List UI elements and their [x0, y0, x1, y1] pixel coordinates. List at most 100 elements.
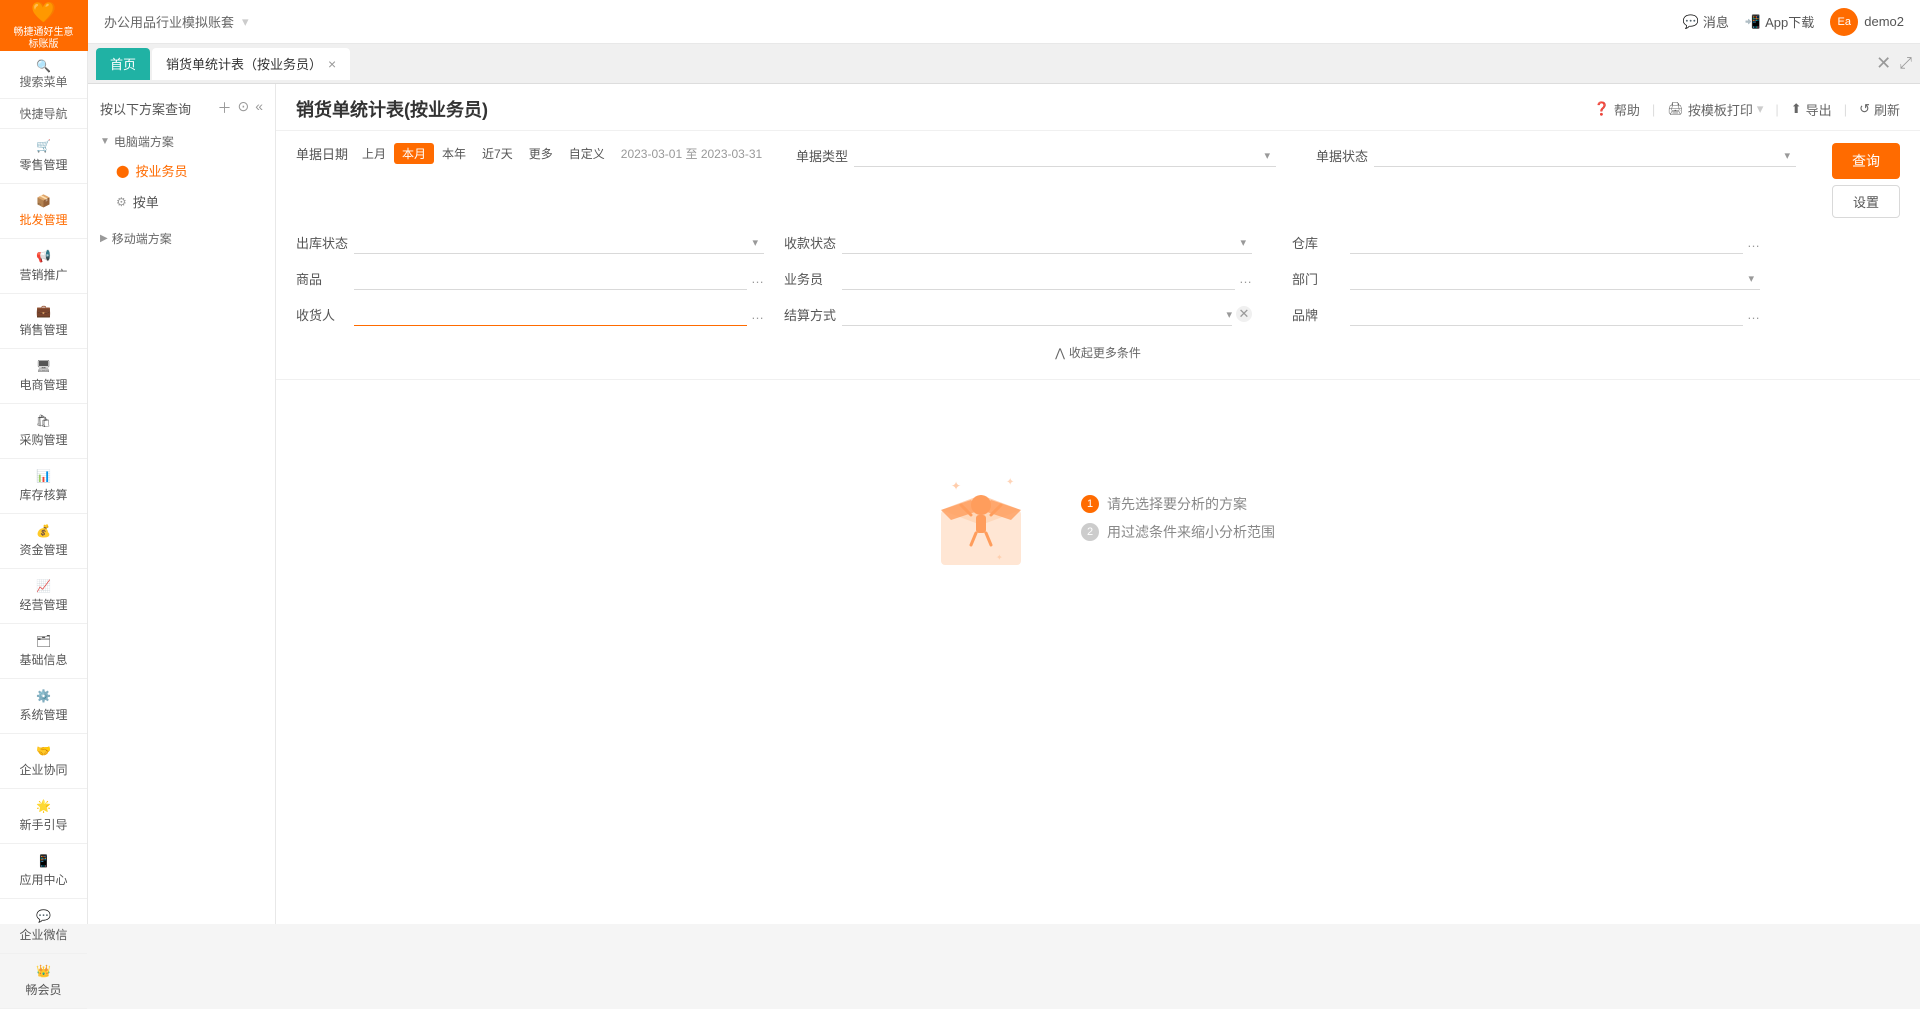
purchase-label: 采购管理 — [19, 431, 67, 448]
left-panel-item-by-order[interactable]: ⚙ 按单 — [88, 186, 275, 217]
mobile-section-arrow-icon: ▶ — [100, 233, 108, 244]
sidebar-item-marketing[interactable]: 📢 营销推广 — [0, 239, 87, 294]
date-this-month-btn[interactable]: 本月 — [394, 143, 434, 164]
warehouse-wrapper: … — [1350, 230, 1760, 254]
sidebar-search[interactable]: 🔍 搜索菜单 — [0, 51, 87, 99]
username: demo2 — [1864, 14, 1904, 29]
print-btn[interactable]: 🖨 按模板打印 ▾ — [1667, 100, 1763, 119]
payment-method-input[interactable] — [842, 302, 1232, 326]
marketing-icon: 📢 — [36, 249, 51, 263]
by-staff-label: 按业务员 — [135, 161, 187, 180]
receiver-dots-icon[interactable]: … — [751, 307, 764, 322]
sidebar-item-system[interactable]: ⚙️ 系统管理 — [0, 679, 87, 734]
sidebar-item-basic[interactable]: 🗂 基础信息 — [0, 624, 87, 679]
goods-input[interactable] — [354, 266, 747, 290]
finance-label: 资金管理 — [19, 541, 67, 558]
warehouse-input[interactable] — [1350, 230, 1743, 254]
goods-wrapper: … — [354, 266, 764, 290]
sidebar-item-retail[interactable]: 🛒 零售管理 — [0, 129, 87, 184]
avatar: Ea — [1830, 8, 1858, 36]
sidebar-item-finance[interactable]: 💰 资金管理 — [0, 514, 87, 569]
shortcut-label: 快捷导航 — [19, 107, 67, 121]
sidebar-item-wechat[interactable]: 💬 企业微信 — [0, 899, 87, 954]
export-btn[interactable]: ⬆ 导出 — [1791, 100, 1832, 119]
sidebar-item-member[interactable]: 👑 畅会员 — [0, 954, 87, 1009]
brand-input[interactable] — [1350, 302, 1743, 326]
sidebar-item-wholesale[interactable]: 📦 批发管理 — [0, 184, 87, 239]
doc-status-select-wrapper: ▾ — [1374, 143, 1796, 167]
newbie-label: 新手引导 — [19, 816, 67, 833]
step2-num: 2 — [1081, 523, 1099, 541]
collapse-panel-icon[interactable]: « — [255, 98, 263, 118]
wholesale-icon: 📦 — [36, 194, 51, 208]
payment-status-wrapper: ▾ — [842, 230, 1252, 254]
payment-status-input[interactable] — [842, 230, 1252, 254]
staff-dots-icon[interactable]: … — [1239, 271, 1252, 286]
tab-home[interactable]: 首页 — [96, 48, 150, 80]
sidebar-item-apps[interactable]: 📱 应用中心 — [0, 844, 87, 899]
inventory-label: 库存核算 — [19, 486, 67, 503]
step1-text: 请先选择要分析的方案 — [1107, 494, 1247, 514]
add-scheme-icon[interactable]: ＋ — [217, 98, 231, 118]
dept-input[interactable] — [1350, 266, 1760, 290]
system-icon: ⚙️ — [36, 689, 51, 703]
payment-status-label: 收款状态 — [784, 233, 842, 252]
print-icon: 🖨 — [1667, 101, 1684, 117]
doc-status-input[interactable] — [1374, 143, 1796, 167]
date-this-year-btn[interactable]: 本年 — [434, 143, 474, 164]
desktop-section-title[interactable]: ▼ 电脑端方案 — [88, 128, 275, 155]
doc-type-label: 单据类型 — [796, 146, 854, 165]
purchase-icon: 🛍 — [36, 414, 51, 428]
user-menu[interactable]: Ea demo2 — [1830, 8, 1904, 36]
help-icon: ❓ — [1594, 101, 1610, 117]
tab-close-icon[interactable]: × — [328, 57, 336, 71]
receiver-input[interactable] — [354, 302, 747, 326]
goods-dots-icon[interactable]: … — [751, 271, 764, 286]
sidebar-shortcut[interactable]: 快捷导航 — [0, 99, 87, 129]
sidebar: 🧡 畅捷通好生意 标账版 🔍 搜索菜单 快捷导航 🛒 零售管理 📦 批发管理 📢… — [0, 0, 88, 924]
staff-input[interactable] — [842, 266, 1235, 290]
sidebar-item-enterprise[interactable]: 🤝 企业协同 — [0, 734, 87, 789]
refresh-btn[interactable]: ↺ 刷新 — [1859, 100, 1900, 119]
date-7days-btn[interactable]: 近7天 — [474, 143, 521, 164]
message-btn[interactable]: 💬 消息 — [1683, 12, 1729, 31]
payment-clear-icon[interactable]: ✕ — [1236, 306, 1252, 322]
staff-label: 业务员 — [784, 269, 842, 288]
brand-dots-icon[interactable]: … — [1747, 307, 1760, 322]
main-area: 办公用品行业模拟账套 ▾ 💬 消息 📲 App下载 Ea demo2 首页 — [88, 0, 1920, 924]
settings-button[interactable]: 设置 — [1832, 185, 1900, 218]
wechat-icon: 💬 — [36, 909, 51, 923]
window-close-icon[interactable]: ✕ — [1876, 53, 1891, 74]
brand-label: 品牌 — [1292, 305, 1350, 324]
date-custom-btn[interactable]: 自定义 — [561, 143, 613, 164]
section-arrow-icon: ▼ — [100, 136, 110, 147]
sidebar-item-operations[interactable]: 📈 经营管理 — [0, 569, 87, 624]
window-maximize-icon[interactable]: ⤢ — [1899, 55, 1912, 73]
empty-illustration: ✦ ✦ ✦ — [921, 460, 1041, 583]
collapse-btn[interactable]: ⋀ 收起更多条件 — [1055, 344, 1141, 361]
logo-icon: 🧡 — [31, 0, 56, 25]
dept-label: 部门 — [1292, 269, 1350, 288]
app-download-btn[interactable]: 📲 App下载 — [1745, 12, 1814, 31]
sidebar-item-newbie[interactable]: 🌟 新手引导 — [0, 789, 87, 844]
sidebar-item-inventory[interactable]: 📊 库存核算 — [0, 459, 87, 514]
message-label: 消息 — [1703, 12, 1729, 31]
query-button[interactable]: 查询 — [1832, 143, 1900, 179]
date-more-btn[interactable]: 更多 — [521, 143, 561, 164]
tab-bar: 首页 销货单统计表（按业务员） × ✕ ⤢ — [88, 44, 1920, 84]
download-icon: 📲 — [1745, 14, 1761, 30]
settings-scheme-icon[interactable]: ⊙ — [237, 98, 249, 118]
warehouse-dots-icon[interactable]: … — [1747, 235, 1760, 250]
storage-status-input[interactable] — [354, 230, 764, 254]
sidebar-item-purchase[interactable]: 🛍 采购管理 — [0, 404, 87, 459]
sidebar-item-ecommerce[interactable]: 🖥 电商管理 — [0, 349, 87, 404]
goods-label: 商品 — [296, 269, 354, 288]
tab-sales-stat[interactable]: 销货单统计表（按业务员） × — [152, 48, 350, 80]
sidebar-item-sales[interactable]: 💼 销售管理 — [0, 294, 87, 349]
empty-steps: 1 请先选择要分析的方案 2 用过滤条件来缩小分析范围 — [1081, 494, 1275, 550]
mobile-section-title[interactable]: ▶ 移动端方案 — [88, 225, 275, 252]
left-panel-item-by-staff[interactable]: ⬤ 按业务员 — [88, 155, 275, 186]
doc-type-input[interactable] — [854, 143, 1276, 167]
help-btn[interactable]: ❓ 帮助 — [1594, 100, 1640, 119]
date-last-month-btn[interactable]: 上月 — [354, 143, 394, 164]
